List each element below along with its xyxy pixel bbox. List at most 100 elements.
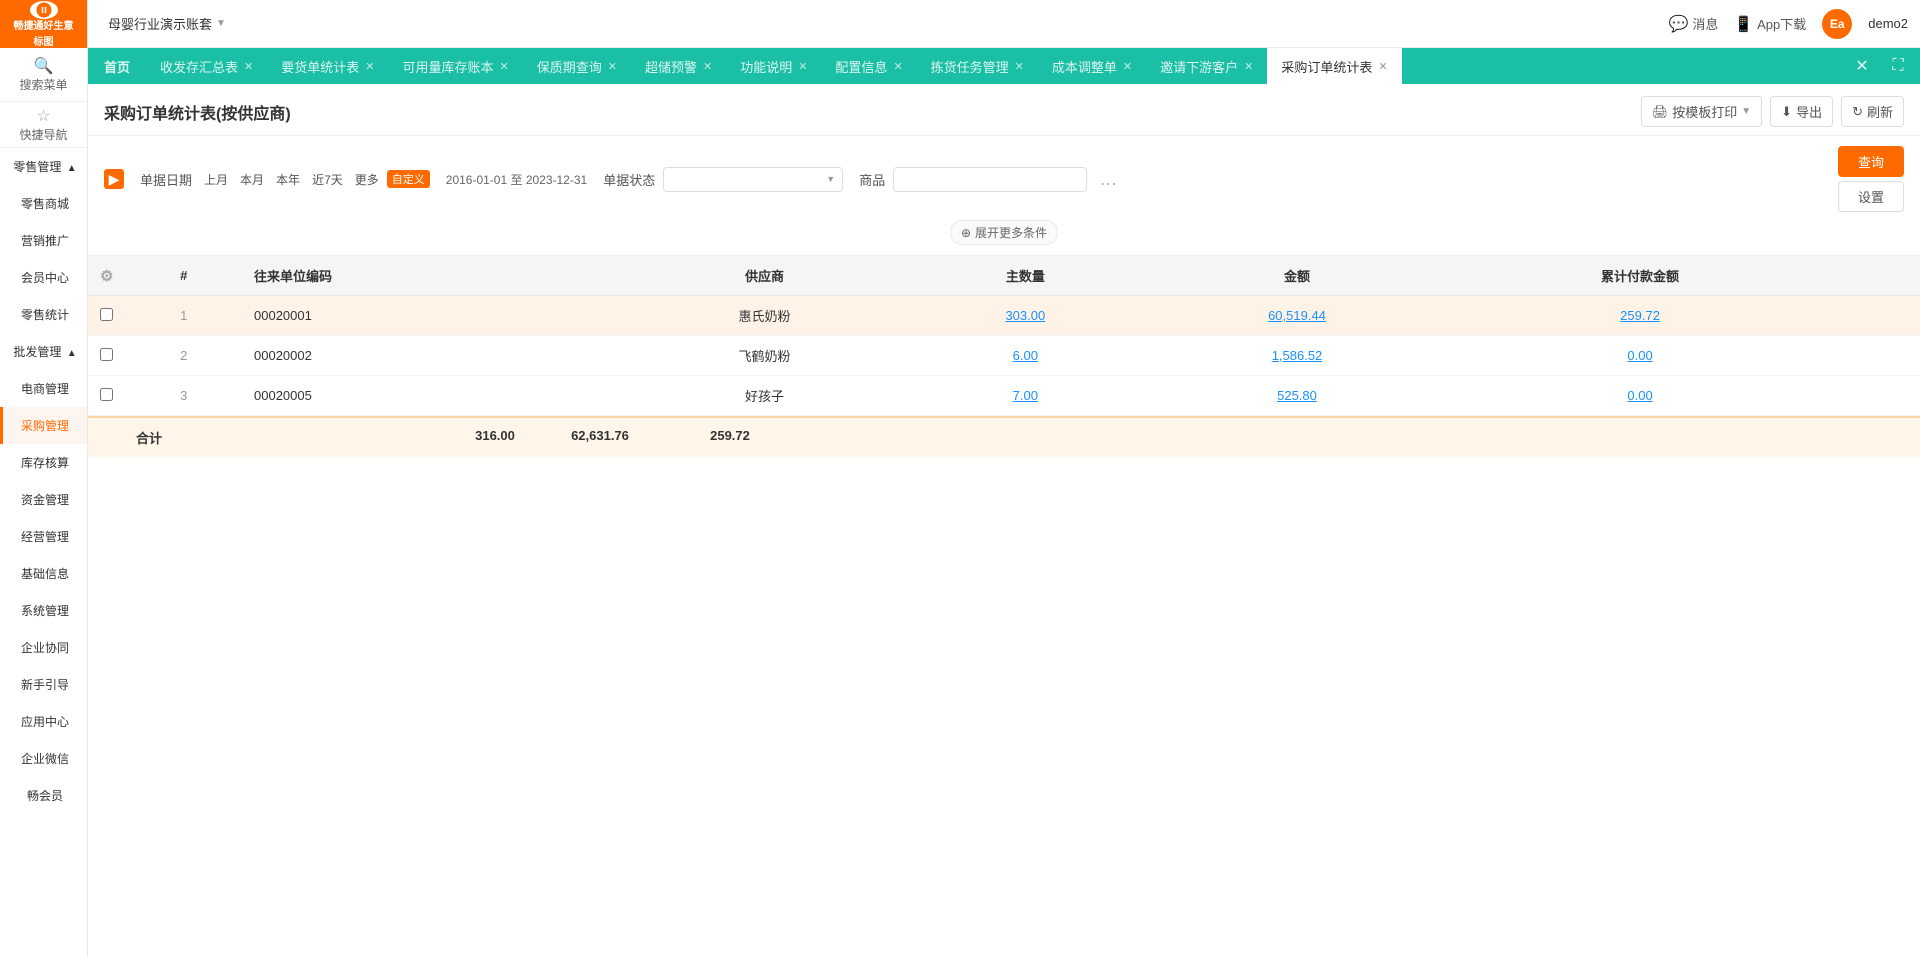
sidebar-item-guide[interactable]: 新手引导 — [0, 666, 87, 703]
row-amount: 1,586.52 — [1144, 336, 1449, 376]
sidebar-search[interactable]: 🔍 搜索菜单 — [0, 48, 87, 102]
tab-shoufacun[interactable]: 收发存汇总表 ✕ — [146, 48, 267, 84]
export-button[interactable]: ⬇ 导出 — [1770, 96, 1833, 127]
sidebar-item-basic-info[interactable]: 基础信息 — [0, 555, 87, 592]
tab-caigou-active[interactable]: 采购订单统计表 ✕ — [1267, 48, 1401, 84]
topbar: 母婴行业演示账套 ▼ 💬 消息 📱 App下载 Ea demo2 — [88, 0, 1920, 48]
tab-peizhi[interactable]: 配置信息 ✕ — [821, 48, 916, 84]
filter-bar: ▶ 单据日期 上月 本月 本年 近7天 更多 自定义 2016-01-01 至 … — [88, 136, 1920, 256]
close-tab-icon[interactable]: ✕ — [798, 60, 807, 73]
close-tab-icon[interactable]: ✕ — [1123, 60, 1132, 73]
refresh-button[interactable]: ↻ 刷新 — [1841, 96, 1904, 127]
sidebar-item-retail-mgmt[interactable]: 零售管理 ▲ — [0, 148, 87, 185]
sidebar-item-label: 零售商城 — [21, 197, 69, 211]
tab-label: 要货单统计表 — [281, 57, 359, 76]
nav-tabs-bar: 首页 收发存汇总表 ✕ 要货单统计表 ✕ 可用量库存账本 ✕ 保质期查询 ✕ 超… — [88, 48, 1920, 84]
sidebar-item-marketing[interactable]: 营销推广 — [0, 222, 87, 259]
message-label: 消息 — [1692, 14, 1718, 33]
sidebar-item-system[interactable]: 系统管理 — [0, 592, 87, 629]
app-download-action[interactable]: 📱 App下载 — [1734, 14, 1806, 33]
goods-input[interactable] — [893, 167, 1087, 192]
tab-maximize-icon[interactable]: ⛶ — [1884, 52, 1912, 80]
sidebar-item-collab[interactable]: 企业协同 — [0, 629, 87, 666]
close-tab-icon[interactable]: ✕ — [703, 60, 712, 73]
sidebar-item-wholesale[interactable]: 批发管理 ▲ — [0, 333, 87, 370]
user-avatar[interactable]: Ea — [1822, 9, 1852, 39]
row-amount: 525.80 — [1144, 376, 1449, 416]
date-shortcut-this-year[interactable]: 本年 — [272, 169, 304, 190]
tab-gongneng[interactable]: 功能说明 ✕ — [726, 48, 821, 84]
expand-more-button[interactable]: ⊕ 展开更多条件 — [950, 220, 1058, 245]
row-paid: 259.72 — [1450, 296, 1831, 336]
message-action[interactable]: 💬 消息 — [1668, 14, 1718, 34]
sidebar-item-app-center[interactable]: 应用中心 — [0, 703, 87, 740]
close-tab-icon[interactable]: ✕ — [1378, 60, 1387, 73]
close-tab-icon[interactable]: ✕ — [365, 60, 374, 73]
expand-icon: ▲ — [67, 348, 77, 359]
print-button[interactable]: 🖨 按模板打印 ▼ — [1641, 96, 1762, 127]
sidebar-item-operations[interactable]: 经营管理 — [0, 518, 87, 555]
sidebar-quick-nav[interactable]: ☆ 快捷导航 — [0, 102, 87, 148]
date-shortcut-7days[interactable]: 近7天 — [308, 169, 347, 190]
sidebar-item-label: 库存核算 — [21, 456, 69, 470]
table-header-supplier: 供应商 — [623, 256, 907, 296]
close-tab-icon[interactable]: ✕ — [893, 60, 902, 73]
row-checkbox[interactable] — [88, 336, 125, 376]
tab-label: 收发存汇总表 — [160, 57, 238, 76]
app-download-icon: 📱 — [1734, 15, 1753, 33]
sidebar-item-retail-shop[interactable]: 零售商城 — [0, 185, 87, 222]
row-checkbox[interactable] — [88, 376, 125, 416]
tab-chaoyujing[interactable]: 超储预警 ✕ — [631, 48, 726, 84]
close-tab-icon[interactable]: ✕ — [608, 60, 617, 73]
row-checkbox[interactable] — [88, 296, 125, 336]
filter-toggle-button[interactable]: ▶ — [104, 169, 124, 189]
sidebar-item-finance[interactable]: 资金管理 — [0, 481, 87, 518]
sidebar-item-weixin[interactable]: 企业微信 — [0, 740, 87, 777]
query-button[interactable]: 查询 — [1838, 146, 1904, 177]
tab-close-all-icon[interactable]: ✕ — [1848, 52, 1876, 80]
row-num: 1 — [125, 296, 242, 336]
tab-label: 成本调整单 — [1052, 57, 1117, 76]
tab-yaohuo[interactable]: 要货单统计表 ✕ — [267, 48, 388, 84]
tab-jianhuo[interactable]: 拣货任务管理 ✕ — [917, 48, 1038, 84]
date-shortcut-this-month[interactable]: 本月 — [236, 169, 268, 190]
message-icon: 💬 — [1668, 14, 1688, 34]
close-tab-icon[interactable]: ✕ — [500, 60, 509, 73]
date-custom-badge[interactable]: 自定义 — [387, 170, 430, 188]
tab-label: 可用量库存账本 — [402, 57, 493, 76]
expand-icon: ▲ — [67, 163, 77, 174]
row-paid: 0.00 — [1450, 336, 1831, 376]
tab-label: 功能说明 — [740, 57, 792, 76]
tab-baozhi[interactable]: 保质期查询 ✕ — [523, 48, 631, 84]
sidebar-item-member[interactable]: 会员中心 — [0, 259, 87, 296]
sidebar-item-retail-stats[interactable]: 零售统计 — [0, 296, 87, 333]
workspace-selector[interactable]: 母婴行业演示账套 ▼ — [100, 10, 234, 37]
table-header-num: # — [125, 256, 242, 296]
sidebar-item-inventory[interactable]: 库存核算 — [0, 444, 87, 481]
sidebar-item-ecommerce[interactable]: 电商管理 — [0, 370, 87, 407]
logo-icon — [30, 1, 58, 19]
status-select[interactable] — [663, 167, 843, 192]
tab-home-label: 首页 — [104, 57, 130, 76]
tab-chengben[interactable]: 成本调整单 ✕ — [1038, 48, 1146, 84]
tab-kuyongliang[interactable]: 可用量库存账本 ✕ — [388, 48, 522, 84]
date-range-text: 2016-01-01 至 2023-12-31 — [446, 171, 587, 188]
close-tab-icon[interactable]: ✕ — [1244, 60, 1253, 73]
goods-more-dots[interactable]: … — [1095, 169, 1121, 190]
sidebar-item-member2[interactable]: 畅会员 — [0, 777, 87, 814]
sidebar: 畅捷通好生意 标图 🔍 搜索菜单 ☆ 快捷导航 零售管理 ▲ 零售商城 营销推广… — [0, 0, 88, 957]
setting-button[interactable]: 设置 — [1838, 181, 1904, 212]
row-paid: 0.00 — [1450, 376, 1831, 416]
gear-settings-icon[interactable]: ⚙ — [100, 268, 113, 285]
tab-yaoqing[interactable]: 邀请下游客户 ✕ — [1146, 48, 1267, 84]
date-shortcut-more[interactable]: 更多 — [351, 169, 383, 190]
table-body: 1 00020001 惠氏奶粉 303.00 60,519.44 259.72 … — [88, 296, 1920, 416]
close-tab-icon[interactable]: ✕ — [244, 60, 253, 73]
user-name-text: demo2 — [1868, 16, 1908, 31]
close-tab-icon[interactable]: ✕ — [1015, 60, 1024, 73]
sidebar-item-label: 系统管理 — [21, 604, 69, 618]
user-name[interactable]: demo2 — [1868, 16, 1908, 31]
sidebar-item-purchase[interactable]: 采购管理 — [0, 407, 87, 444]
date-shortcut-last-month[interactable]: 上月 — [200, 169, 232, 190]
tab-home[interactable]: 首页 — [88, 48, 146, 84]
